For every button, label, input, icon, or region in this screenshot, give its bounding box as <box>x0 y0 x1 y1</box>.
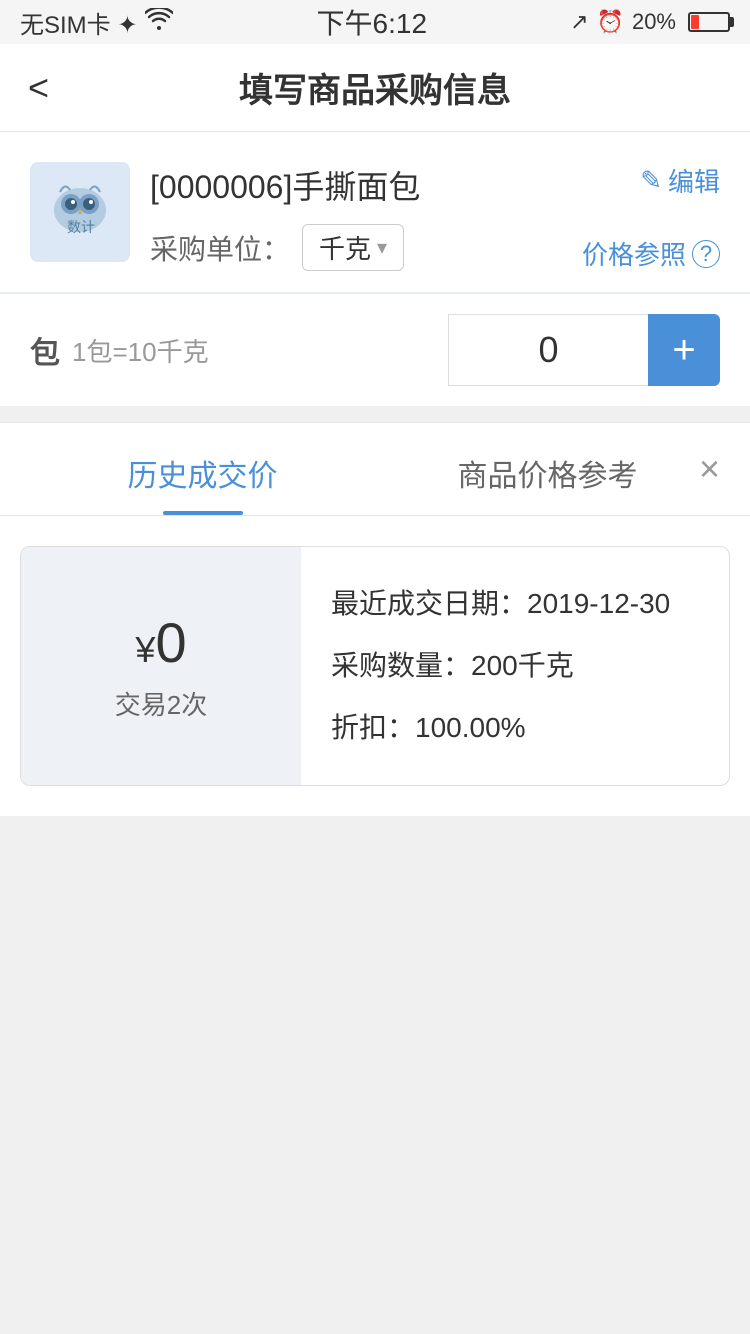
carrier-text: 无SIM卡 ✦ <box>20 5 137 40</box>
status-bar-right: ↗ ⏰ 20% <box>570 9 730 35</box>
tab-history-price-label: 历史成交价 <box>128 460 278 493</box>
quantity-label-group: 包 1包=10千克 <box>30 328 209 372</box>
recent-date-row: 最近成交日期：2019-12-30 <box>331 583 699 625</box>
discount-value: 100.00% <box>415 712 526 743</box>
recent-date-value: 2019-12-30 <box>527 588 670 619</box>
page-title: 填写商品采购信息 <box>239 63 511 112</box>
quantity-input[interactable]: 0 <box>448 314 648 386</box>
location-icon: ↗ <box>570 9 588 35</box>
edit-icon: ✎ <box>640 165 662 196</box>
page-header: < 填写商品采购信息 <box>0 44 750 132</box>
chevron-down-icon: ▾ <box>377 235 387 260</box>
price-number: 0 <box>155 611 186 674</box>
wifi-icon <box>145 8 173 37</box>
tab-close-button[interactable]: × <box>699 448 720 490</box>
unit-value: 千克 <box>319 229 371 266</box>
discount-row: 折扣：100.00% <box>331 707 699 749</box>
unit-label: 采购单位： <box>150 228 290 268</box>
tab-active-indicator <box>163 511 243 515</box>
purchase-qty-value: 200千克 <box>471 650 574 681</box>
product-card: 数计 [0000006]手撕面包 采购单位： 千克 ▾ ✎ 编辑 <box>0 132 750 292</box>
status-bar-left: 无SIM卡 ✦ <box>20 5 173 40</box>
edit-button[interactable]: ✎ 编辑 <box>640 162 720 199</box>
tabs-header: 历史成交价 商品价格参考 × <box>0 423 750 516</box>
price-details-right: 最近成交日期：2019-12-30 采购数量：200千克 折扣：100.00% <box>301 547 729 785</box>
price-trades-count: 交易2次 <box>115 685 207 722</box>
currency-symbol: ¥ <box>135 629 155 670</box>
quantity-control: 0 + <box>448 314 720 386</box>
main-area: 历史成交价 商品价格参考 × ¥0 交易2次 最近成交日期：2019-12-3 <box>0 422 750 1122</box>
status-bar-time: 下午6:12 <box>317 2 428 42</box>
price-reference-button[interactable]: 价格参照 ? <box>582 235 720 272</box>
tabs-section: 历史成交价 商品价格参考 × ¥0 交易2次 最近成交日期：2019-12-3 <box>0 422 750 816</box>
unit-select[interactable]: 千克 ▾ <box>302 224 404 271</box>
help-icon: ? <box>692 240 720 268</box>
tab-product-price-ref[interactable]: 商品价格参考 <box>375 423 720 515</box>
tab-product-price-ref-label: 商品价格参考 <box>458 460 638 493</box>
product-actions: ✎ 编辑 价格参照 ? <box>582 162 720 272</box>
tab-content: ¥0 交易2次 最近成交日期：2019-12-30 采购数量：200千克 折扣：… <box>0 516 750 816</box>
back-button[interactable]: < <box>28 67 49 109</box>
quantity-section: 包 1包=10千克 0 + <box>0 292 750 406</box>
quantity-conversion-text: 1包=10千克 <box>72 332 209 369</box>
quantity-plus-button[interactable]: + <box>648 314 720 386</box>
quantity-unit-badge: 包 <box>30 328 60 372</box>
purchase-qty-row: 采购数量：200千克 <box>331 645 699 687</box>
recent-date-label: 最近成交日期： <box>331 588 527 619</box>
discount-label: 折扣： <box>331 712 415 743</box>
battery-icon <box>688 12 730 32</box>
tab-history-price[interactable]: 历史成交价 <box>30 423 375 515</box>
price-ref-label: 价格参照 <box>582 235 686 272</box>
price-history-card: ¥0 交易2次 最近成交日期：2019-12-30 采购数量：200千克 折扣：… <box>20 546 730 786</box>
price-summary-left: ¥0 交易2次 <box>21 547 301 785</box>
svg-text:数计: 数计 <box>67 219 95 235</box>
price-amount: ¥0 <box>135 610 186 675</box>
status-bar: 无SIM卡 ✦ 下午6:12 ↗ ⏰ 20% <box>0 0 750 44</box>
battery-percent: 20% <box>632 9 676 35</box>
product-logo-icon: 数计 <box>45 172 115 253</box>
edit-label: 编辑 <box>668 162 720 199</box>
product-thumbnail: 数计 <box>30 162 130 262</box>
alarm-icon: ⏰ <box>597 9 624 35</box>
purchase-qty-label: 采购数量： <box>331 650 471 681</box>
product-name: [0000006]手撕面包 <box>150 162 420 208</box>
